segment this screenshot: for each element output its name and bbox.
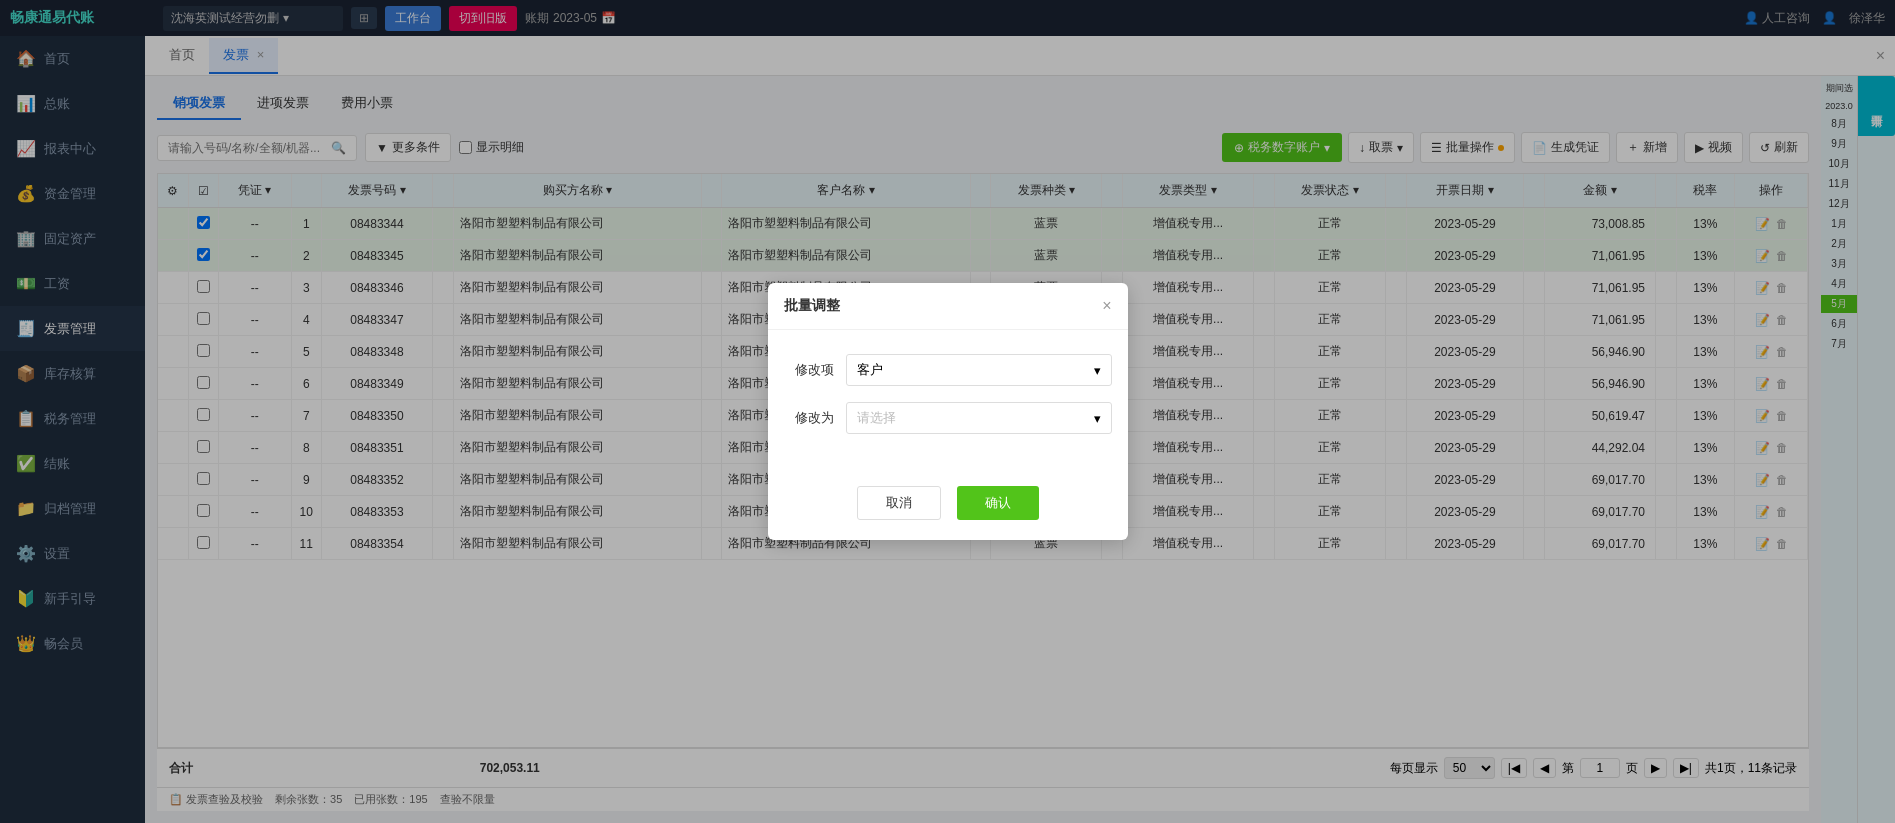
modify-field-row: 修改项 客户 ▾ <box>784 354 1112 386</box>
field-dropdown-icon: ▾ <box>1094 363 1101 378</box>
modal-overlay: 批量调整 × 修改项 客户 ▾ 修改为 请选择 ▾ 取消 确认 <box>0 0 1895 823</box>
batch-adjust-modal: 批量调整 × 修改项 客户 ▾ 修改为 请选择 ▾ 取消 确认 <box>768 283 1128 540</box>
modify-value-row: 修改为 请选择 ▾ <box>784 402 1112 434</box>
modal-footer: 取消 确认 <box>768 474 1128 540</box>
modal-title: 批量调整 <box>784 297 840 315</box>
modify-field-select[interactable]: 客户 ▾ <box>846 354 1112 386</box>
modal-header: 批量调整 × <box>768 283 1128 330</box>
modify-value-select[interactable]: 请选择 ▾ <box>846 402 1112 434</box>
value-dropdown-icon: ▾ <box>1094 411 1101 426</box>
modal-close-btn[interactable]: × <box>1102 297 1111 315</box>
modal-body: 修改项 客户 ▾ 修改为 请选择 ▾ <box>768 330 1128 474</box>
modify-value-label: 修改为 <box>784 409 834 427</box>
cancel-button[interactable]: 取消 <box>857 486 941 520</box>
modify-field-label: 修改项 <box>784 361 834 379</box>
confirm-button[interactable]: 确认 <box>957 486 1039 520</box>
